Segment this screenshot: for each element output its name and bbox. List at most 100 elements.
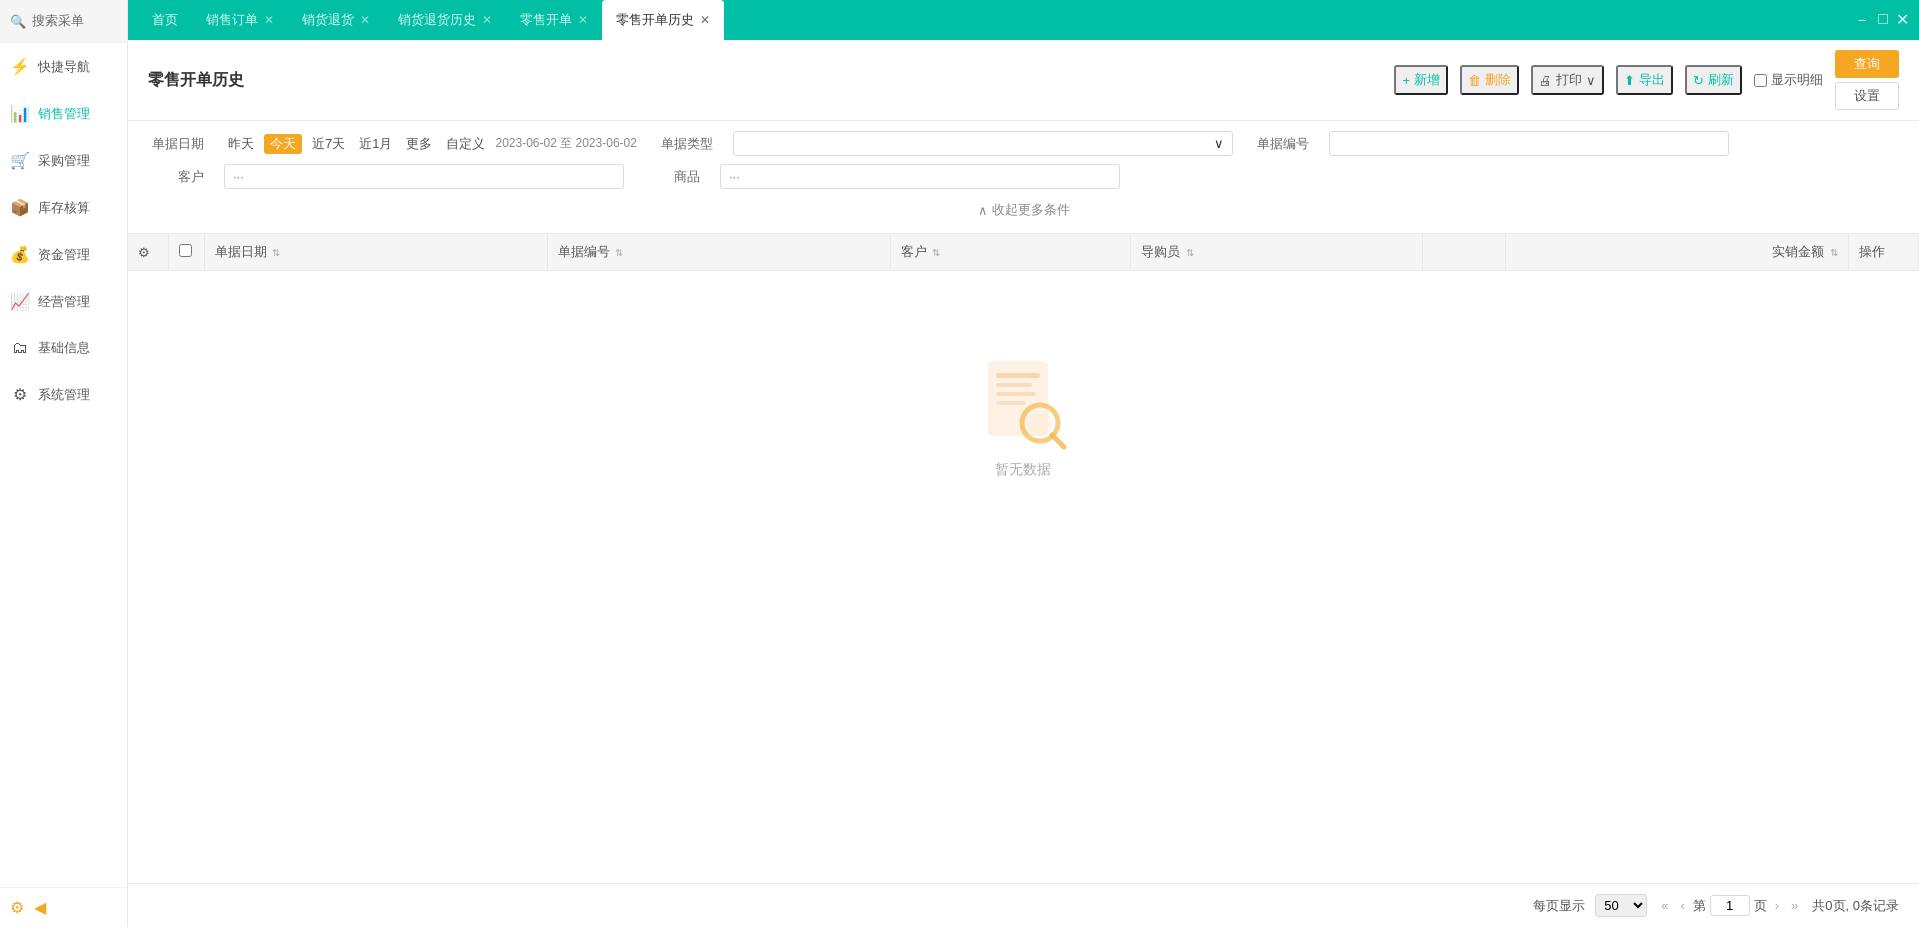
prev-page-button[interactable]: ‹ (1676, 896, 1688, 915)
th-amount[interactable]: 实销金额 ⇅ (1505, 234, 1848, 271)
th-no-label: 单据编号 (558, 244, 610, 259)
tab-retail-open-close[interactable]: ✕ (578, 13, 588, 27)
filter-area: 单据日期 昨天 今天 近7天 近1月 更多 自定义 2023-06-02 至 2… (128, 121, 1919, 234)
tab-sales-return-history-label: 销货退货历史 (398, 11, 476, 29)
date-range-display: 2023-06-02 至 2023-06-02 (495, 135, 636, 152)
sidebar-item-zijin[interactable]: 💰 资金管理 (0, 231, 127, 278)
empty-illustration (968, 351, 1078, 461)
data-table: ⚙ 单据日期 ⇅ 单据编号 ⇅ 客户 ⇅ (128, 234, 1919, 559)
sidebar-search[interactable]: 🔍 搜索采单 (0, 0, 127, 43)
tab-sales-return[interactable]: 销货退货 ✕ (288, 0, 384, 40)
sidebar-item-label: 资金管理 (38, 246, 90, 264)
cart-icon: 🛒 (10, 151, 30, 170)
sidebar-item-label: 库存核算 (38, 199, 90, 217)
sidebar-item-label: 快捷导航 (38, 58, 90, 76)
th-salesperson-label: 导购员 (1141, 244, 1180, 259)
tab-home[interactable]: 首页 (138, 0, 192, 40)
tab-sales-return-history-close[interactable]: ✕ (482, 13, 492, 27)
doc-no-input[interactable] (1329, 131, 1729, 156)
first-page-button[interactable]: « (1657, 896, 1672, 915)
per-page-select[interactable]: 50 10 20 100 (1595, 894, 1647, 917)
date-custom[interactable]: 自定义 (442, 134, 489, 154)
th-settings[interactable]: ⚙ (128, 234, 168, 271)
date-today[interactable]: 今天 (264, 134, 302, 154)
export-icon: ⬆ (1624, 73, 1635, 88)
page-input[interactable] (1710, 895, 1750, 916)
sidebar-item-caigou[interactable]: 🛒 采购管理 (0, 137, 127, 184)
select-all-checkbox[interactable] (179, 244, 192, 257)
sidebar-item-xiaoshou[interactable]: 📊 销售管理 (0, 90, 127, 137)
collapse-sidebar-button[interactable]: ◀ (34, 898, 46, 917)
sidebar-item-label: 经营管理 (38, 293, 90, 311)
goods-select[interactable]: ··· (720, 164, 1120, 189)
settings-button[interactable]: ⚙ (10, 898, 24, 917)
sort-no-icon: ⇅ (615, 247, 623, 258)
tab-retail-history[interactable]: 零售开单历史 ✕ (602, 0, 724, 40)
refresh-button[interactable]: ↻ 刷新 (1685, 65, 1742, 95)
refresh-icon: ↻ (1693, 73, 1704, 88)
sidebar-item-jingying[interactable]: 📈 经营管理 (0, 278, 127, 325)
svg-rect-1 (996, 373, 1040, 378)
sidebar-item-label: 销售管理 (38, 105, 90, 123)
goods-label: 商品 (644, 168, 700, 186)
th-customer[interactable]: 客户 ⇅ (890, 234, 1130, 271)
query-button[interactable]: 查询 (1835, 50, 1899, 78)
display-detail-input[interactable] (1754, 74, 1767, 87)
date-1month[interactable]: 近1月 (355, 134, 396, 154)
sidebar-item-kuaijie[interactable]: ⚡ 快捷导航 (0, 43, 127, 90)
delete-button[interactable]: 🗑 删除 (1460, 65, 1519, 95)
box-icon: 📦 (10, 198, 30, 217)
folder-icon: 🗂 (10, 339, 30, 357)
date-yesterday[interactable]: 昨天 (224, 134, 258, 154)
page-header: 零售开单历史 + 新增 🗑 删除 🖨 打印 ∨ ⬆ 导出 ↻ 刷新 (128, 40, 1919, 121)
filter-row-2: 客户 ··· 商品 ··· (148, 164, 1899, 189)
th-checkbox[interactable] (168, 234, 204, 271)
th-date[interactable]: 单据日期 ⇅ (204, 234, 547, 271)
toolbar: + 新增 🗑 删除 🖨 打印 ∨ ⬆ 导出 ↻ 刷新 显示明细 (1394, 50, 1899, 110)
tab-sales-return-history[interactable]: 销货退货历史 ✕ (384, 0, 506, 40)
sidebar-item-xitong[interactable]: ⚙ 系统管理 (0, 371, 127, 418)
column-settings-icon[interactable]: ⚙ (138, 245, 150, 260)
sidebar-item-kucun[interactable]: 📦 库存核算 (0, 184, 127, 231)
tab-sales-order-label: 销售订单 (206, 11, 258, 29)
delete-label: 删除 (1485, 71, 1511, 89)
tab-retail-open[interactable]: 零售开单 ✕ (506, 0, 602, 40)
sidebar-item-label: 系统管理 (38, 386, 90, 404)
setting-button[interactable]: 设置 (1835, 82, 1899, 110)
tab-sales-order-close[interactable]: ✕ (264, 13, 274, 27)
sort-amount-icon: ⇅ (1830, 247, 1838, 258)
customer-select[interactable]: ··· (224, 164, 624, 189)
tab-sales-return-close[interactable]: ✕ (360, 13, 370, 27)
th-no[interactable]: 单据编号 ⇅ (547, 234, 890, 271)
maximize-button[interactable]: □ (1878, 10, 1888, 31)
date-filter-label: 单据日期 (148, 135, 204, 153)
date-7days[interactable]: 近7天 (308, 134, 349, 154)
next-page-button[interactable]: › (1771, 896, 1783, 915)
date-more[interactable]: 更多 (402, 134, 436, 154)
add-label: 新增 (1414, 71, 1440, 89)
tab-sales-order[interactable]: 销售订单 ✕ (192, 0, 288, 40)
export-label: 导出 (1639, 71, 1665, 89)
window-controls: － □ ✕ (1854, 10, 1909, 31)
th-amount-label: 实销金额 (1772, 244, 1824, 259)
table-body: 暂无数据 (128, 271, 1919, 560)
print-button[interactable]: 🖨 打印 ∨ (1531, 65, 1604, 95)
th-salesperson[interactable]: 导购员 ⇅ (1130, 234, 1422, 271)
last-page-button[interactable]: » (1787, 896, 1802, 915)
add-button[interactable]: + 新增 (1394, 65, 1448, 95)
close-button[interactable]: ✕ (1896, 10, 1909, 31)
tab-retail-history-close[interactable]: ✕ (700, 13, 710, 27)
collapse-filter-btn[interactable]: ∧ 收起更多条件 (148, 197, 1899, 223)
table-area: ⚙ 单据日期 ⇅ 单据编号 ⇅ 客户 ⇅ (128, 234, 1919, 883)
minimize-button[interactable]: － (1854, 10, 1870, 31)
tab-sales-return-label: 销货退货 (302, 11, 354, 29)
doc-type-select[interactable]: ∨ (733, 131, 1233, 156)
tab-retail-open-label: 零售开单 (520, 11, 572, 29)
page-of-label: 页 (1754, 897, 1767, 915)
sidebar-item-jichu[interactable]: 🗂 基础信息 (0, 325, 127, 371)
add-icon: + (1402, 73, 1410, 88)
svg-point-6 (1028, 411, 1052, 435)
export-button[interactable]: ⬆ 导出 (1616, 65, 1673, 95)
display-detail-checkbox[interactable]: 显示明细 (1754, 71, 1823, 89)
sidebar-item-label: 基础信息 (38, 339, 90, 357)
